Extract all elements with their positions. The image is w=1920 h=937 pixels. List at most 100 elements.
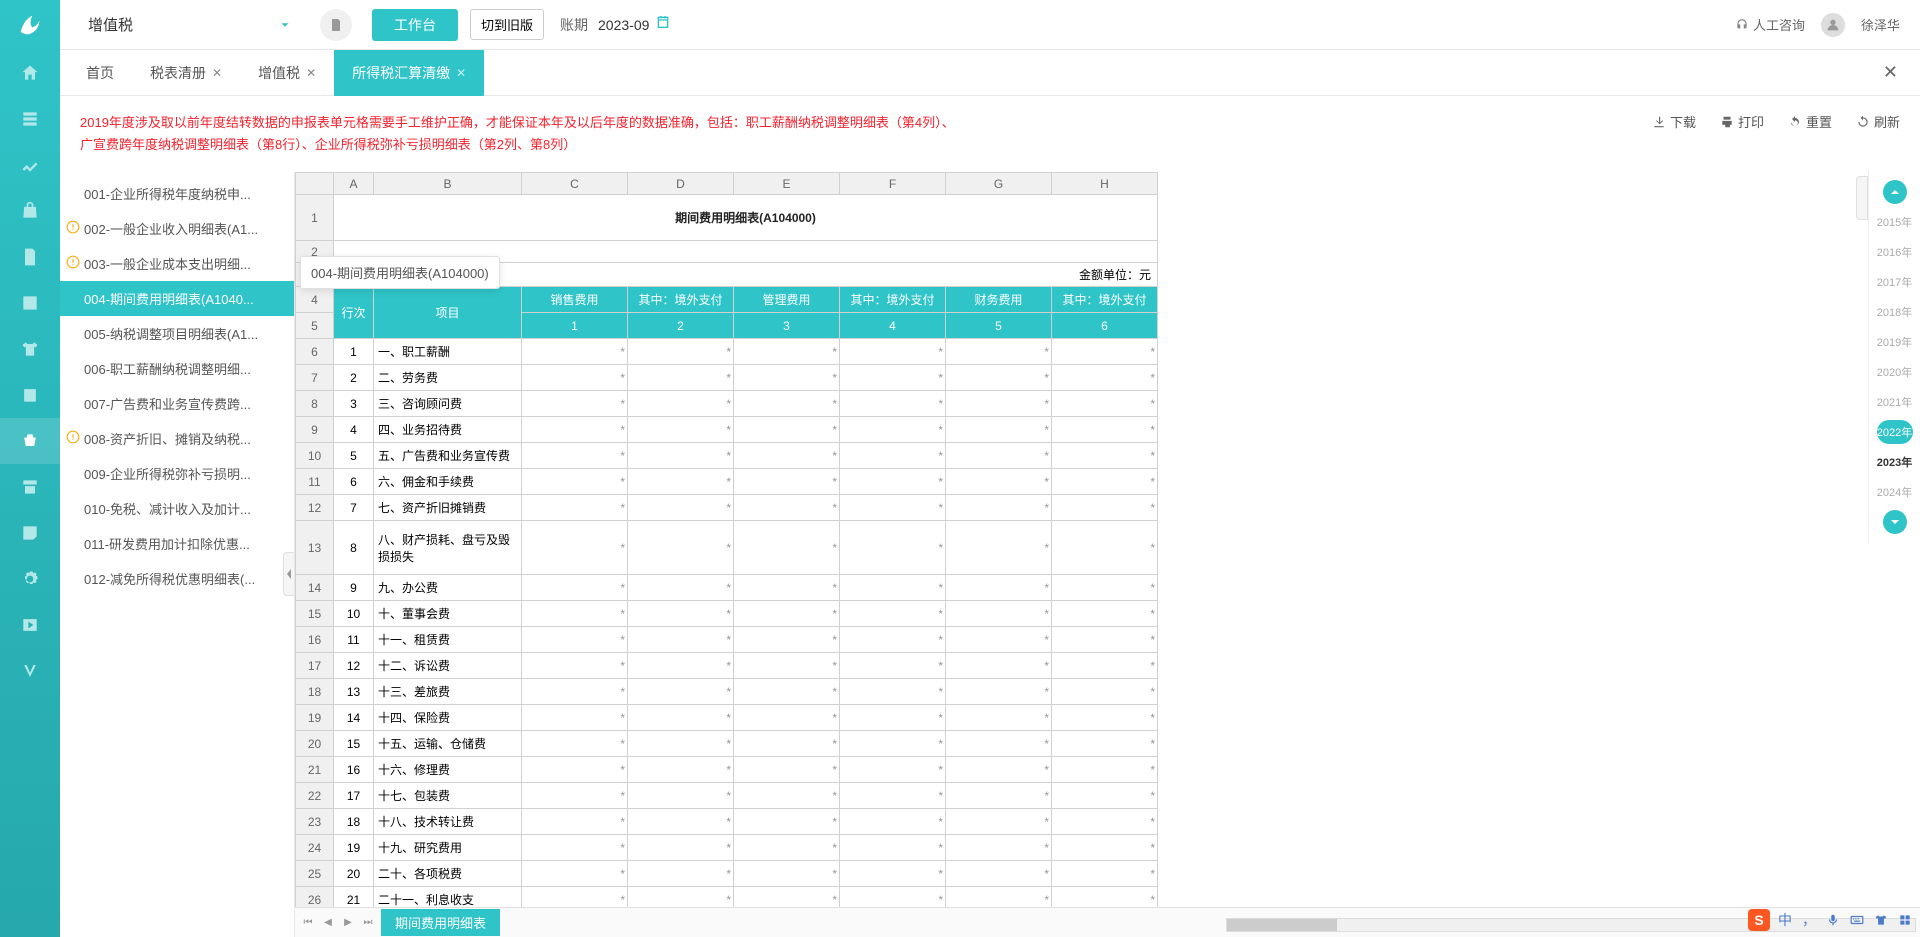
data-cell[interactable]: * [734,679,840,705]
row-num[interactable]: 16 [334,757,374,783]
data-cell[interactable]: * [840,783,946,809]
col-header-E[interactable]: E [734,173,840,195]
data-cell[interactable]: * [522,469,628,495]
data-cell[interactable]: * [946,469,1052,495]
data-cell[interactable]: * [1052,861,1158,887]
collapse-handle[interactable] [283,552,295,596]
row-label[interactable]: 十三、差旅费 [374,679,522,705]
nav-report-icon[interactable] [0,280,60,326]
row-num[interactable]: 18 [334,809,374,835]
data-cell[interactable]: * [946,417,1052,443]
row-label[interactable]: 十九、研究费用 [374,835,522,861]
sheet-nav-next[interactable]: ▶ [339,913,357,933]
data-cell[interactable]: * [840,469,946,495]
data-cell[interactable]: * [946,757,1052,783]
data-cell[interactable]: * [1052,495,1158,521]
data-cell[interactable]: * [1052,443,1158,469]
data-cell[interactable]: * [522,627,628,653]
data-cell[interactable]: * [734,783,840,809]
row-num[interactable]: 1 [334,339,374,365]
form-item-10[interactable]: 011-研发费用加计扣除优惠... [60,526,294,561]
data-cell[interactable]: * [522,887,628,908]
data-cell[interactable]: * [522,339,628,365]
data-cell[interactable]: * [522,809,628,835]
year-down-button[interactable] [1883,510,1907,534]
data-cell[interactable]: * [840,679,946,705]
data-cell[interactable]: * [840,731,946,757]
data-cell[interactable]: * [628,757,734,783]
data-cell[interactable]: * [734,495,840,521]
sheet-nav-last[interactable]: ⏭ [359,913,377,933]
data-cell[interactable]: * [840,627,946,653]
data-cell[interactable]: * [840,365,946,391]
sheet-tab[interactable]: 期间费用明细表 [381,909,500,936]
data-cell[interactable]: * [946,705,1052,731]
data-cell[interactable]: * [628,521,734,575]
data-cell[interactable]: * [946,391,1052,417]
refresh-button[interactable]: 刷新 [1856,112,1900,131]
data-cell[interactable]: * [946,339,1052,365]
data-cell[interactable]: * [946,861,1052,887]
data-cell[interactable]: * [1052,339,1158,365]
data-cell[interactable]: * [734,391,840,417]
form-item-2[interactable]: 003-一般企业成本支出明细... [60,246,294,281]
form-item-5[interactable]: 006-职工薪酬纳税调整明细... [60,351,294,386]
data-cell[interactable]: * [946,495,1052,521]
row-num[interactable]: 10 [334,601,374,627]
row-label[interactable]: 十四、保险费 [374,705,522,731]
row-num[interactable]: 2 [334,365,374,391]
data-cell[interactable]: * [628,861,734,887]
data-cell[interactable]: * [946,887,1052,908]
tab-3[interactable]: 所得税汇算清缴✕ [334,50,484,96]
data-cell[interactable]: * [628,365,734,391]
data-cell[interactable]: * [734,731,840,757]
nav-v-icon[interactable] [0,648,60,694]
col-header-D[interactable]: D [628,173,734,195]
data-cell[interactable]: * [734,417,840,443]
data-cell[interactable]: * [946,601,1052,627]
data-cell[interactable]: * [946,835,1052,861]
tab-0[interactable]: 首页 [68,50,132,96]
data-cell[interactable]: * [628,417,734,443]
tab-close-icon[interactable]: ✕ [456,66,466,80]
nav-inbox-icon[interactable] [0,510,60,556]
entity-select[interactable]: 增值税 [80,9,300,41]
row-label[interactable]: 四、业务招待费 [374,417,522,443]
row-label[interactable]: 二十、各项税费 [374,861,522,887]
row-label[interactable]: 十五、运输、仓储费 [374,731,522,757]
year-2020年[interactable]: 2020年 [1877,360,1913,384]
ime-mic-icon[interactable] [1824,911,1842,929]
data-cell[interactable]: * [840,391,946,417]
data-cell[interactable]: * [522,757,628,783]
data-cell[interactable]: * [1052,705,1158,731]
data-cell[interactable]: * [1052,757,1158,783]
sheet-grid[interactable]: ABCDEFGH1期间费用明细表(A104000)23金额单位：元4行次项目销售… [295,172,1920,907]
tab-close-icon[interactable]: ✕ [306,66,316,80]
data-cell[interactable]: * [734,443,840,469]
data-cell[interactable]: * [734,809,840,835]
data-cell[interactable]: * [1052,391,1158,417]
data-cell[interactable]: * [946,521,1052,575]
data-cell[interactable]: * [734,861,840,887]
data-cell[interactable]: * [522,391,628,417]
data-cell[interactable]: * [840,705,946,731]
print-button[interactable]: 打印 [1720,112,1764,131]
data-cell[interactable]: * [1052,731,1158,757]
year-2018年[interactable]: 2018年 [1877,300,1913,324]
row-label[interactable]: 七、资产折旧摊销费 [374,495,522,521]
data-cell[interactable]: * [734,653,840,679]
nav-doc-icon[interactable] [0,234,60,280]
nav-video-icon[interactable] [0,602,60,648]
year-2021年[interactable]: 2021年 [1877,390,1913,414]
data-cell[interactable]: * [734,627,840,653]
data-cell[interactable]: * [1052,575,1158,601]
data-cell[interactable]: * [946,575,1052,601]
form-item-1[interactable]: 002-一般企业收入明细表(A1... [60,211,294,246]
row-num[interactable]: 20 [334,861,374,887]
row-label[interactable]: 十一、租赁费 [374,627,522,653]
row-num[interactable]: 8 [334,521,374,575]
data-cell[interactable]: * [522,417,628,443]
row-label[interactable]: 十二、诉讼费 [374,653,522,679]
data-cell[interactable]: * [628,783,734,809]
form-item-7[interactable]: 008-资产折旧、摊销及纳税... [60,421,294,456]
